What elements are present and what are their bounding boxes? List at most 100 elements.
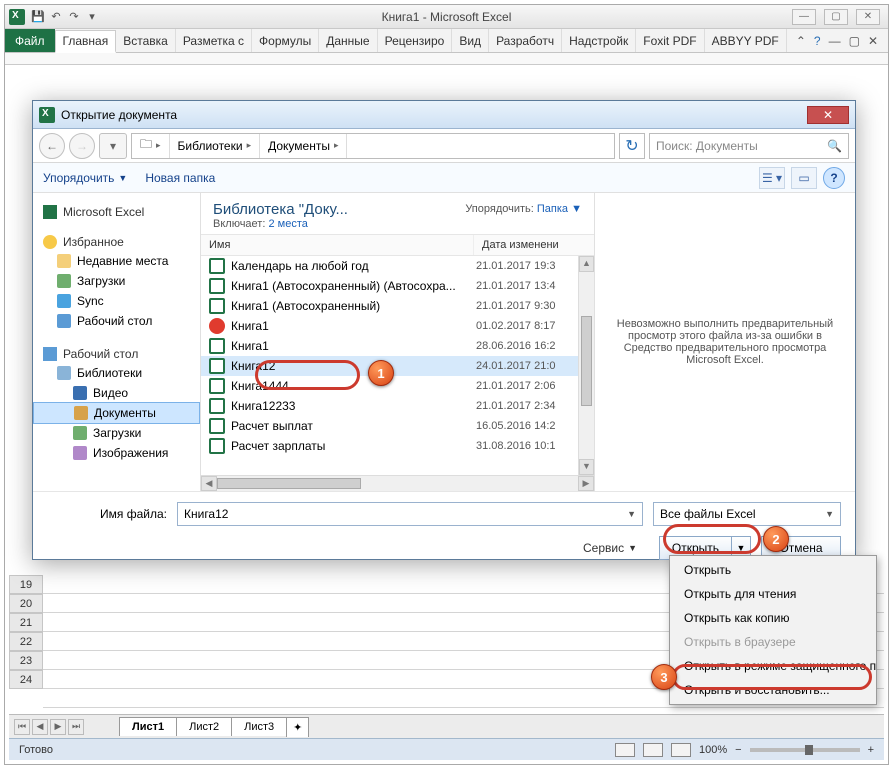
menu-item-open-readonly[interactable]: Открыть для чтения bbox=[670, 582, 876, 606]
row-header[interactable]: 23 bbox=[9, 651, 43, 670]
sheet-tab[interactable]: Лист2 bbox=[176, 717, 232, 736]
tools-button[interactable]: Сервис ▼ bbox=[583, 541, 637, 555]
file-list-h-scrollbar[interactable]: ◀▶ bbox=[201, 475, 594, 491]
doc-minimize-icon[interactable]: — bbox=[829, 34, 841, 48]
nav-forward-button[interactable]: → bbox=[69, 133, 95, 159]
row-header[interactable]: 24 bbox=[9, 670, 43, 689]
nav-excel[interactable]: Microsoft Excel bbox=[63, 205, 144, 219]
crumb-segment[interactable]: Документы bbox=[268, 139, 330, 153]
file-row[interactable]: Книга128.06.2016 16:2 bbox=[201, 336, 594, 356]
file-row[interactable]: Календарь на любой год21.01.2017 19:3 bbox=[201, 256, 594, 276]
ribbon-tab[interactable]: Формулы bbox=[252, 29, 319, 52]
col-date[interactable]: Дата изменени bbox=[474, 235, 594, 255]
ribbon-tab[interactable]: Разметка с bbox=[176, 29, 252, 52]
nav-desktop[interactable]: Рабочий стол bbox=[63, 347, 138, 361]
file-list-v-scrollbar[interactable]: ▲▼ bbox=[578, 256, 594, 475]
file-tab[interactable]: Файл bbox=[5, 29, 55, 52]
sheet-tab[interactable]: Лист3 bbox=[231, 717, 287, 736]
row-header[interactable]: 19 bbox=[9, 575, 43, 594]
ribbon-tab[interactable]: Вставка bbox=[116, 29, 176, 52]
row-header[interactable]: 21 bbox=[9, 613, 43, 632]
tab-nav-first-icon[interactable]: ⏮ bbox=[14, 719, 30, 735]
row-header[interactable]: 22 bbox=[9, 632, 43, 651]
arrange-value[interactable]: Папка ▼ bbox=[537, 203, 582, 215]
view-options-button[interactable]: ☰ ▾ bbox=[759, 167, 785, 189]
nav-item[interactable]: Видео bbox=[93, 386, 128, 400]
nav-item[interactable]: Рабочий стол bbox=[77, 314, 152, 328]
includes-label: Включает: bbox=[213, 218, 265, 230]
doc-close-icon[interactable]: ✕ bbox=[868, 34, 878, 48]
new-sheet-icon[interactable]: ✦ bbox=[286, 717, 309, 737]
file-row[interactable]: Книга144421.01.2017 2:06 bbox=[201, 376, 594, 396]
new-folder-button[interactable]: Новая папка bbox=[145, 171, 215, 185]
sheet-tab[interactable]: Лист1 bbox=[119, 717, 177, 736]
breadcrumb[interactable]: 🗀▸ Библиотеки▸ Документы▸ bbox=[131, 133, 615, 159]
zoom-slider[interactable] bbox=[750, 748, 860, 752]
menu-item-open-copy[interactable]: Открыть как копию bbox=[670, 606, 876, 630]
ribbon-tab[interactable]: Foxit PDF bbox=[636, 29, 704, 52]
file-row[interactable]: Книга1223321.01.2017 2:34 bbox=[201, 396, 594, 416]
nav-up-button[interactable]: ▾ bbox=[99, 133, 127, 159]
nav-libraries[interactable]: Библиотеки bbox=[77, 366, 142, 380]
ribbon-tab[interactable]: ABBYY PDF bbox=[705, 29, 787, 52]
ribbon-tab[interactable]: Главная bbox=[55, 30, 117, 53]
qat-more-icon[interactable]: ▾ bbox=[83, 8, 101, 26]
ribbon-tab[interactable]: Рецензиро bbox=[378, 29, 453, 52]
file-row[interactable]: Расчет зарплаты31.08.2016 10:1 bbox=[201, 436, 594, 456]
doc-restore-icon[interactable]: ▢ bbox=[849, 34, 860, 48]
nav-item[interactable]: Недавние места bbox=[77, 254, 168, 268]
includes-link[interactable]: 2 места bbox=[268, 218, 307, 230]
zoom-in-icon[interactable]: + bbox=[868, 744, 874, 756]
ribbon-tab[interactable]: Разработч bbox=[489, 29, 562, 52]
maximize-button[interactable]: ▢ bbox=[824, 9, 848, 25]
nav-item[interactable]: Загрузки bbox=[93, 426, 141, 440]
zoom-level[interactable]: 100% bbox=[699, 744, 727, 756]
row-header[interactable]: 20 bbox=[9, 594, 43, 613]
normal-view-icon[interactable] bbox=[615, 743, 635, 757]
nav-favorites[interactable]: Избранное bbox=[63, 235, 124, 249]
nav-item[interactable]: Изображения bbox=[93, 446, 168, 460]
tab-nav-last-icon[interactable]: ⏭ bbox=[68, 719, 84, 735]
nav-back-button[interactable]: ← bbox=[39, 133, 65, 159]
page-layout-view-icon[interactable] bbox=[643, 743, 663, 757]
dialog-help-icon[interactable]: ? bbox=[823, 167, 845, 189]
open-dropdown-button[interactable]: ▼ bbox=[732, 543, 750, 553]
tab-nav-next-icon[interactable]: ▶ bbox=[50, 719, 66, 735]
file-row[interactable]: Книга1 (Автосохраненный) (Автосохра...21… bbox=[201, 276, 594, 296]
filename-input[interactable]: Книга12▼ bbox=[177, 502, 643, 526]
help-icon[interactable]: ? bbox=[814, 34, 821, 48]
ribbon-minimize-icon[interactable]: ⌃ bbox=[796, 34, 806, 48]
nav-item[interactable]: Sync bbox=[77, 294, 104, 308]
tab-nav-prev-icon[interactable]: ◀ bbox=[32, 719, 48, 735]
menu-item-open[interactable]: Открыть bbox=[670, 558, 876, 582]
qat-undo-icon[interactable]: ↶ bbox=[47, 8, 65, 26]
file-row[interactable]: Книга1224.01.2017 21:0 bbox=[201, 356, 594, 376]
column-headers[interactable]: Имя Дата изменени bbox=[201, 234, 594, 256]
minimize-button[interactable]: — bbox=[792, 9, 816, 25]
ribbon-tab[interactable]: Данные bbox=[319, 29, 377, 52]
qat-save-icon[interactable]: 💾 bbox=[29, 8, 47, 26]
nav-item[interactable]: Загрузки bbox=[77, 274, 125, 288]
ribbon-tab[interactable]: Надстройк bbox=[562, 29, 636, 52]
nav-item-documents[interactable]: Документы bbox=[94, 406, 156, 420]
refresh-button[interactable]: ↻ bbox=[619, 133, 645, 159]
dialog-close-button[interactable]: ✕ bbox=[807, 106, 849, 124]
search-input[interactable]: Поиск: Документы 🔍 bbox=[649, 133, 849, 159]
page-break-view-icon[interactable] bbox=[671, 743, 691, 757]
file-row[interactable]: Книга101.02.2017 8:17 bbox=[201, 316, 594, 336]
qat-redo-icon[interactable]: ↷ bbox=[65, 8, 83, 26]
ribbon-tab[interactable]: Вид bbox=[452, 29, 489, 52]
crumb-segment[interactable]: Библиотеки bbox=[178, 139, 243, 153]
preview-pane-button[interactable]: ▭ bbox=[791, 167, 817, 189]
preview-message: Невозможно выполнить предварительный про… bbox=[609, 318, 841, 366]
menu-item-open-protected[interactable]: Открыть в режиме защищенного п bbox=[670, 654, 876, 678]
menu-item-open-and-recover[interactable]: Открыть и восстановить... bbox=[670, 678, 876, 702]
close-button[interactable]: ✕ bbox=[856, 9, 880, 25]
file-row[interactable]: Книга1 (Автосохраненный)21.01.2017 9:30 bbox=[201, 296, 594, 316]
organize-button[interactable]: Упорядочить ▼ bbox=[43, 171, 127, 185]
zoom-out-icon[interactable]: − bbox=[735, 744, 741, 756]
filetype-filter[interactable]: Все файлы Excel▼ bbox=[653, 502, 841, 526]
file-row[interactable]: Расчет выплат16.05.2016 14:2 bbox=[201, 416, 594, 436]
file-name: Книга1444 bbox=[231, 379, 470, 393]
col-name[interactable]: Имя bbox=[201, 235, 474, 255]
